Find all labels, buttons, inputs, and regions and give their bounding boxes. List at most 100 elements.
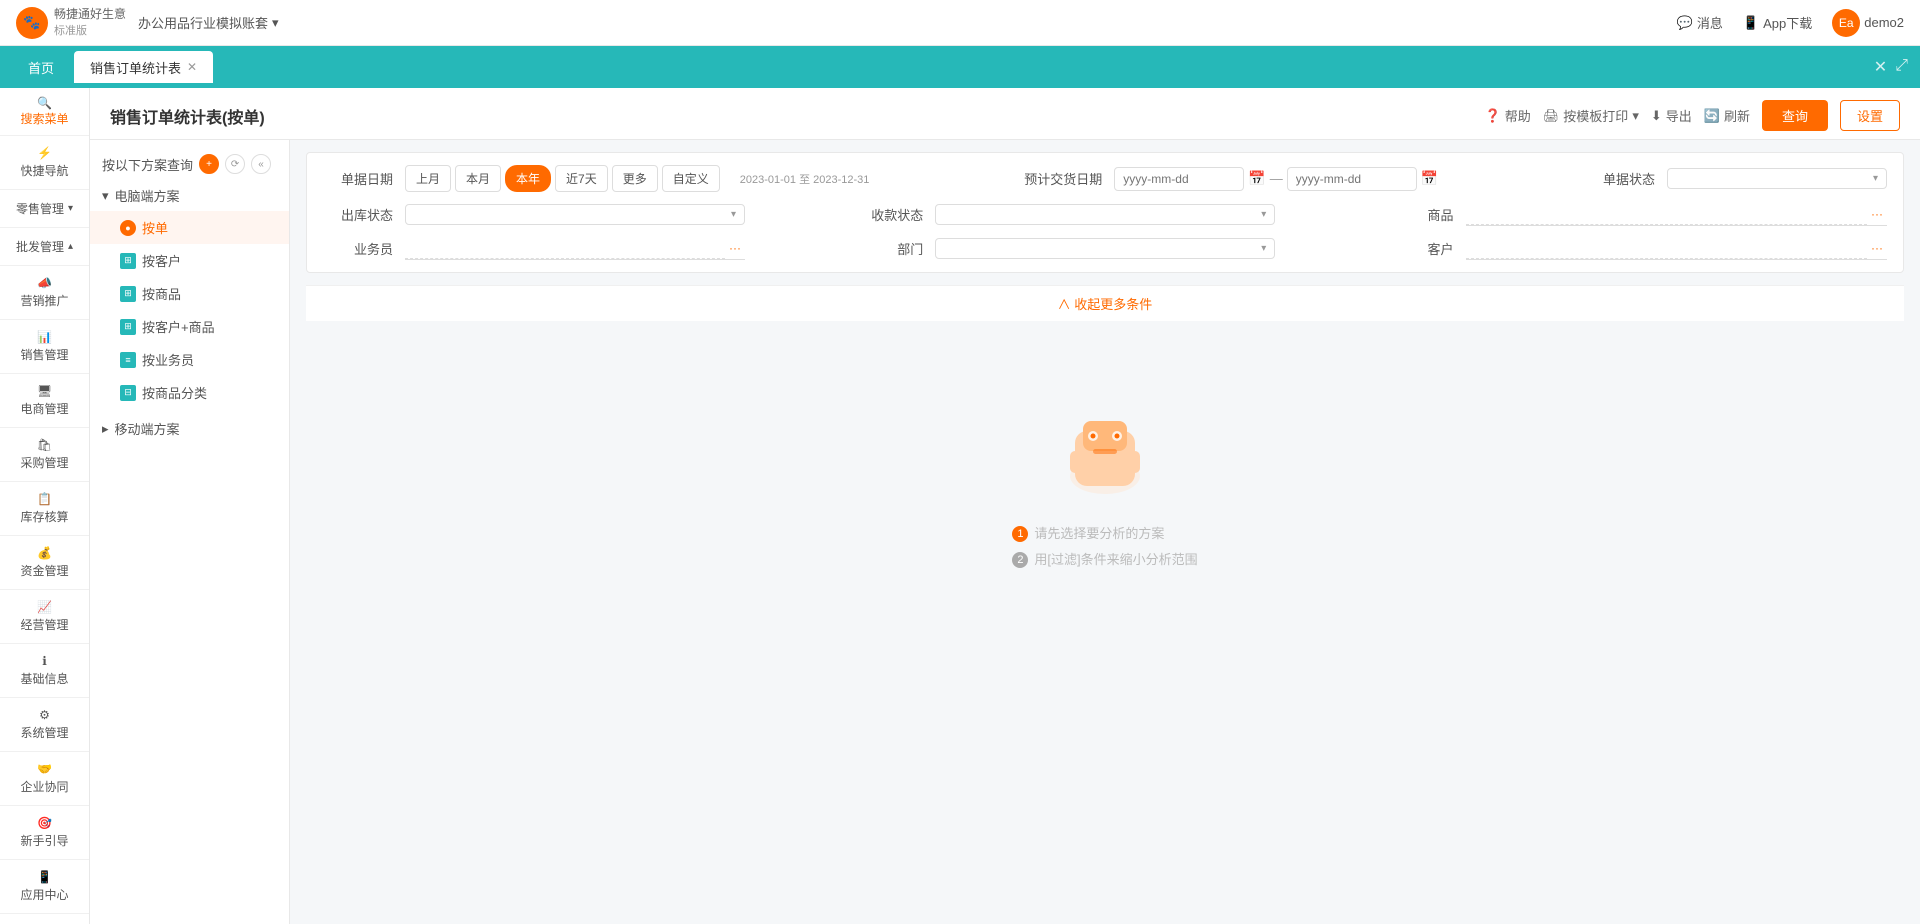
by-category-icon: ⊟ [120,385,136,401]
sidebar-item-sales[interactable]: 📊 销售管理 [0,320,89,374]
tab-sales-order[interactable]: 销售订单统计表 ✕ [74,51,213,83]
salesman-input[interactable] [405,236,725,259]
sidebar-item-search[interactable]: 🔍 搜索菜单 [0,88,89,136]
print-button[interactable]: 🖨 按模板打印 ▾ [1543,106,1639,125]
ship-status-arrow-icon: ▾ [731,209,736,220]
quick-nav-icon: ⚡ [37,146,52,160]
panel-item-by-category[interactable]: ⊟ 按商品分类 [90,376,289,409]
sidebar-item-quick-nav[interactable]: ⚡ 快捷导航 [0,136,89,190]
main-layout: 🔍 搜索菜单 ⚡ 快捷导航 零售管理 ▾ 批发管理 ▴ 📣 营销推广 📊 销售管… [0,88,1920,924]
sidebar-item-system[interactable]: ⚙ 系统管理 [0,698,89,752]
app-title[interactable]: 办公用品行业模拟账套 ▾ [138,13,279,32]
date-btn-last-month[interactable]: 上月 [405,165,451,192]
date-btn-this-year[interactable]: 本年 [505,165,551,192]
filter-section: 单据日期 上月 本月 本年 近7天 更多 自定义 2023-01-01 至 20… [306,152,1904,273]
query-button[interactable]: 查询 [1762,100,1828,131]
right-content: 单据日期 上月 本月 本年 近7天 更多 自定义 2023-01-01 至 20… [290,140,1920,924]
customer-input-area: ··· [1466,236,1887,260]
goods-label: 商品 [1384,205,1454,224]
date-btn-7days[interactable]: 近7天 [555,165,608,192]
ecommerce-icon: 🖥 [37,384,52,398]
date-btn-custom[interactable]: 自定义 [662,165,720,192]
date-range-display: 2023-01-01 至 2023-12-31 [740,171,870,187]
customer-input[interactable] [1466,236,1867,259]
cal-icon-end[interactable]: 📅 [1421,170,1438,187]
export-button[interactable]: ⬇ 导出 [1651,106,1692,125]
collapse-row[interactable]: ∧ 收起更多条件 [306,285,1904,321]
salesman-label: 业务员 [323,239,393,258]
empty-tips: 1 请先选择要分析的方案 2 用[过滤]条件来缩小分析范围 [1012,521,1197,573]
salesman-more-icon[interactable]: ··· [725,241,745,255]
customer-label: 客户 [1384,239,1454,258]
sidebar-item-inventory[interactable]: 📋 库存核算 [0,482,89,536]
sidebar-item-marketing[interactable]: 📣 营销推广 [0,266,89,320]
message-button[interactable]: 💬 消息 [1677,13,1723,32]
panel-item-by-goods[interactable]: ⊞ 按商品 [90,277,289,310]
top-bar: 🐾 畅捷通好生意 标准版 办公用品行业模拟账套 ▾ 💬 消息 📱 App下载 E… [0,0,1920,46]
empty-tip-2: 2 用[过滤]条件来缩小分析范围 [1012,547,1197,573]
tab-home[interactable]: 首页 [12,51,70,83]
empty-robot-svg [1055,401,1155,501]
empty-state: 1 请先选择要分析的方案 2 用[过滤]条件来缩小分析范围 [306,321,1904,653]
sidebar-item-enterprise-wechat[interactable]: 💬 企业微信 [0,914,89,924]
app-download-button[interactable]: 📱 App下载 [1743,13,1812,32]
expected-date-inputs: 📅 — 📅 [1114,167,1438,191]
panel-group-desktop[interactable]: ▾ 电脑端方案 [90,180,289,211]
tab-expand-icon[interactable]: ⤢ [1895,57,1908,77]
by-order-icon: ● [120,220,136,236]
help-button[interactable]: ❓ 帮助 [1485,106,1531,125]
settings-button[interactable]: 设置 [1840,100,1900,131]
basic-info-icon: ℹ [42,654,47,668]
tab-close-all-icon[interactable]: ✕ [1874,57,1887,77]
expected-date-start[interactable] [1114,167,1244,191]
date-btn-this-month[interactable]: 本月 [455,165,501,192]
user-profile[interactable]: Ea demo2 [1832,9,1904,37]
date-buttons: 上月 本月 本年 近7天 更多 自定义 [405,165,720,192]
sidebar-item-retail[interactable]: 零售管理 ▾ [0,190,89,228]
panel-item-by-customer[interactable]: ⊞ 按客户 [90,244,289,277]
panel-refresh-button[interactable]: ⟳ [225,154,245,174]
sidebar-item-purchase[interactable]: 🛍 采购管理 [0,428,89,482]
panel-group-mobile[interactable]: ▸ 移动端方案 [90,413,289,444]
sidebar-item-finance[interactable]: 💰 资金管理 [0,536,89,590]
panel-collapse-button[interactable]: « [251,154,271,174]
bill-status-label: 单据状态 [1585,169,1655,188]
refresh-button[interactable]: 🔄 刷新 [1704,106,1750,125]
page-title: 销售订单统计表(按单) [110,104,265,128]
sidebar-item-basic-info[interactable]: ℹ 基础信息 [0,644,89,698]
sidebar-item-app-center[interactable]: 📱 应用中心 [0,860,89,914]
customer-more-icon[interactable]: ··· [1867,241,1887,255]
cal-icon-start[interactable]: 📅 [1248,170,1265,187]
sidebar-item-enterprise-collab[interactable]: 🤝 企业协同 [0,752,89,806]
panel-item-by-order[interactable]: ● 按单 [90,211,289,244]
expected-date-end[interactable] [1287,167,1417,191]
pay-status-select[interactable]: ▾ [935,204,1275,225]
panel-item-by-customer-goods[interactable]: ⊞ 按客户+商品 [90,310,289,343]
tab-close-icon[interactable]: ✕ [187,60,197,74]
panel-add-button[interactable]: + [199,154,219,174]
dept-select[interactable]: ▾ [935,238,1275,259]
wholesale-arrow-icon: ▴ [68,241,73,252]
panel-item-by-salesman[interactable]: ≡ 按业务员 [90,343,289,376]
goods-more-icon[interactable]: ··· [1867,207,1887,221]
empty-tip-1: 1 请先选择要分析的方案 [1012,521,1197,547]
print-icon: 🖨 [1543,108,1560,124]
date-btn-more[interactable]: 更多 [612,165,658,192]
top-bar-right: 💬 消息 📱 App下载 Ea demo2 [1677,9,1904,37]
expand-arrow-icon: ▾ [102,188,109,204]
date-label: 单据日期 [323,169,393,188]
inventory-icon: 📋 [37,492,52,506]
sidebar-item-ecommerce[interactable]: 🖥 电商管理 [0,374,89,428]
expected-date-label: 预计交货日期 [1024,169,1102,188]
sidebar-item-wholesale[interactable]: 批发管理 ▴ [0,228,89,266]
sidebar-item-operations[interactable]: 📈 经营管理 [0,590,89,644]
bill-status-select[interactable]: ▾ [1667,168,1887,189]
ship-status-select[interactable]: ▾ [405,204,745,225]
sidebar-item-newbie[interactable]: 🎯 新手引导 [0,806,89,860]
content-area: 销售订单统计表(按单) ❓ 帮助 🖨 按模板打印 ▾ ⬇ 导出 🔄 刷新 [90,88,1920,924]
finance-icon: 💰 [37,546,52,560]
goods-input[interactable] [1466,202,1867,225]
download-icon: 📱 [1743,15,1759,31]
system-icon: ⚙ [39,708,50,722]
logo-sub: 标准版 [54,22,126,38]
